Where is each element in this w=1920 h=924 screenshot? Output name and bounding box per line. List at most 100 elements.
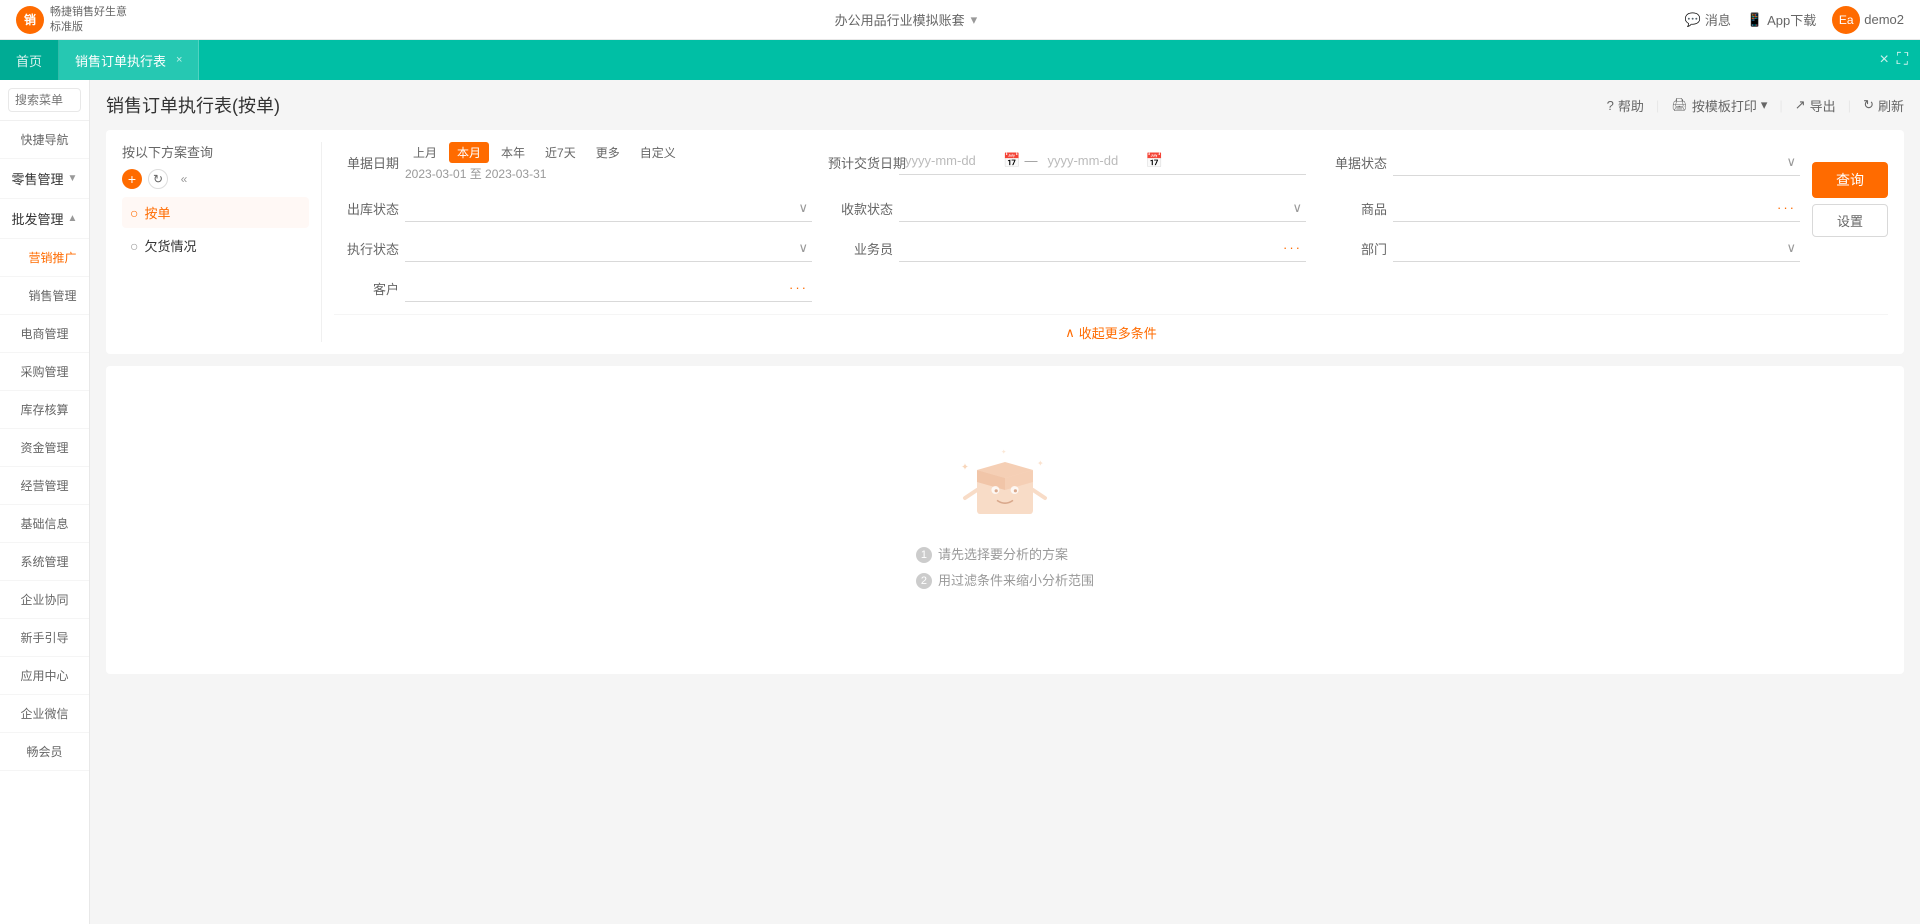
retail-expand-icon: ▼ [68,173,78,184]
print-button[interactable]: 🖨 按模板打印 ▾ [1671,96,1767,115]
sidebar-item-ecommerce[interactable]: 电商管理 [0,315,89,353]
calendar-start-icon[interactable]: 📅 [1003,152,1020,169]
status-chev-icon: ∨ [1782,154,1800,170]
sidebar-item-finance[interactable]: 资金管理 [0,429,89,467]
empty-illustration: ✦ ✦ ✦ [955,446,1055,526]
sidebar-item-basic[interactable]: 基础信息 [0,505,89,543]
exec-status-select[interactable]: ∨ [405,234,812,262]
sidebar-item-inventory[interactable]: 库存核算 [0,391,89,429]
sidebar-item-operation[interactable]: 经营管理 [0,467,89,505]
date-btn-this-month[interactable]: 本月 [449,142,489,163]
filter-section: 按以下方案查询 + ↻ « ○ 按单 ○ 欠货情 [122,142,1888,342]
logo-icon: 销 [16,6,44,34]
goods-select[interactable]: ··· [1393,194,1800,222]
salesperson-dots-icon[interactable]: ··· [1279,240,1306,255]
collect-status-select[interactable]: ∨ [899,194,1306,222]
date-btn-custom[interactable]: 自定义 [632,142,684,163]
scheme-item-按单[interactable]: ○ 按单 [122,197,309,228]
date-btn-this-year[interactable]: 本年 [493,142,533,163]
sidebar-item-marketing[interactable]: 营销推广 [0,239,89,277]
tab-home[interactable]: 首页 [0,40,59,80]
help-button[interactable]: ? 帮助 [1607,96,1644,115]
filter-date-field: 单据日期 上月 本月 本年 近7天 更多 [334,142,812,182]
filter-scheme-panel: 按以下方案查询 + ↻ « ○ 按单 ○ 欠货情 [122,142,322,342]
search-menu-input[interactable] [8,88,81,112]
filter-goods-field: 商品 ··· [1322,194,1800,222]
app-download-button[interactable]: 📱 App下载 [1747,10,1816,29]
scheme-icon: ○ [130,238,138,254]
collapse-button[interactable]: ∧ 收起更多条件 [1065,323,1157,342]
expected-date-end-input[interactable] [1041,149,1141,172]
export-icon: ↗ [1795,97,1806,113]
scheme-item-欠货情况[interactable]: ○ 欠货情况 [122,230,309,261]
sidebar-item-sales[interactable]: 销售管理 [0,277,89,315]
filter-dept-field: 部门 ∨ [1322,234,1800,262]
sidebar-item-wechat[interactable]: 企业微信 [0,695,89,733]
customer-select[interactable]: ··· [405,274,812,302]
sidebar-item-purchase[interactable]: 采购管理 [0,353,89,391]
sidebar-item-system[interactable]: 系统管理 [0,543,89,581]
fullscreen-icon[interactable]: ⛶ [1897,51,1908,69]
tip-num-1: 1 [916,547,932,563]
sidebar-item-retail[interactable]: 零售管理 ▼ [0,159,89,199]
exec-status-chev-icon: ∨ [794,240,812,256]
user-profile[interactable]: Ea demo2 [1832,6,1904,34]
goods-dots-icon[interactable]: ··· [1773,200,1800,215]
sidebar-item-wholesale[interactable]: 批发管理 ▲ [0,199,89,239]
customer-dots-icon[interactable]: ··· [785,280,812,295]
sidebar: 快捷导航 零售管理 ▼ 批发管理 ▲ 营销推广 销售管理 电商管理 采购管理 库… [0,80,90,924]
page-actions: ? 帮助 | 🖨 按模板打印 ▾ | ↗ 导出 | [1607,96,1904,115]
salesperson-select[interactable]: ··· [899,234,1306,262]
date-range-display: 2023-03-01 至 2023-03-31 [405,165,812,182]
close-window-icon[interactable]: × [1879,51,1888,69]
date-btn-last-month[interactable]: 上月 [405,142,445,163]
calendar-end-icon[interactable]: 📅 [1145,152,1162,169]
download-icon: 📱 [1747,12,1763,28]
sidebar-item-apps[interactable]: 应用中心 [0,657,89,695]
query-actions: 查询 设置 [1812,142,1888,237]
help-icon: ? [1607,98,1614,113]
empty-tips: 1 请先选择要分析的方案 2 用过滤条件来缩小分析范围 [916,542,1094,594]
expected-date-start-input[interactable] [899,149,999,172]
date-sep: — [1024,153,1037,168]
export-button[interactable]: ↗ 导出 [1795,96,1836,115]
filter-status-field: 单据状态 ∨ [1322,142,1800,182]
collect-status-chev-icon: ∨ [1288,200,1306,216]
refresh-button[interactable]: ↻ 刷新 [1863,96,1904,115]
date-btn-7days[interactable]: 近7天 [537,142,584,163]
filter-exec-status-field: 执行状态 ∨ [334,234,812,262]
date-btn-more[interactable]: 更多 [588,142,628,163]
dept-select[interactable]: ∨ [1393,234,1800,262]
nav-controls: × ⛶ [1867,40,1920,80]
message-button[interactable]: 💬 消息 [1685,10,1731,29]
filter-collect-status-field: 收款状态 ∨ [828,194,1306,222]
top-bar: 销 畅捷销售好生意 标准版 办公用品行业模拟账套 ▾ 💬 消息 📱 App下载 … [0,0,1920,40]
dept-chev-icon: ∨ [1782,240,1800,256]
out-status-chev-icon: ∨ [794,200,812,216]
print-dropdown-icon[interactable]: ▾ [1761,97,1768,113]
sidebar-item-quick-nav[interactable]: 快捷导航 [0,121,89,159]
scheme-collapse-button[interactable]: « [174,169,194,189]
scheme-add-button[interactable]: + [122,169,142,189]
top-bar-center[interactable]: 办公用品行业模拟账套 ▾ [835,10,978,29]
sidebar-item-newbie[interactable]: 新手引导 [0,619,89,657]
scheme-refresh-button[interactable]: ↻ [148,169,168,189]
main-layout: 快捷导航 零售管理 ▼ 批发管理 ▲ 营销推广 销售管理 电商管理 采购管理 库… [0,80,1920,924]
sidebar-item-member[interactable]: 畅会员 [0,733,89,771]
svg-text:✦: ✦ [1001,449,1006,456]
tab-sales-order[interactable]: 销售订单执行表 × [59,40,199,80]
svg-text:✦: ✦ [961,462,969,473]
query-button[interactable]: 查询 [1812,162,1888,198]
tip-num-2: 2 [916,573,932,589]
sidebar-item-enterprise[interactable]: 企业协同 [0,581,89,619]
content-area: 销售订单执行表(按单) ? 帮助 | 🖨 按模板打印 ▾ | ↗ [90,80,1920,924]
search-menu[interactable] [0,80,89,121]
settings-button[interactable]: 设置 [1812,204,1888,237]
print-icon: 🖨 [1671,97,1688,113]
out-status-select[interactable]: ∨ [405,194,812,222]
nav-center-dropdown-icon[interactable]: ▾ [971,12,978,28]
tab-close-icon[interactable]: × [176,54,182,66]
empty-tip-2: 2 用过滤条件来缩小分析范围 [916,568,1094,594]
status-select[interactable]: ∨ [1393,148,1800,176]
filter-salesperson-field: 业务员 ··· [828,234,1306,262]
